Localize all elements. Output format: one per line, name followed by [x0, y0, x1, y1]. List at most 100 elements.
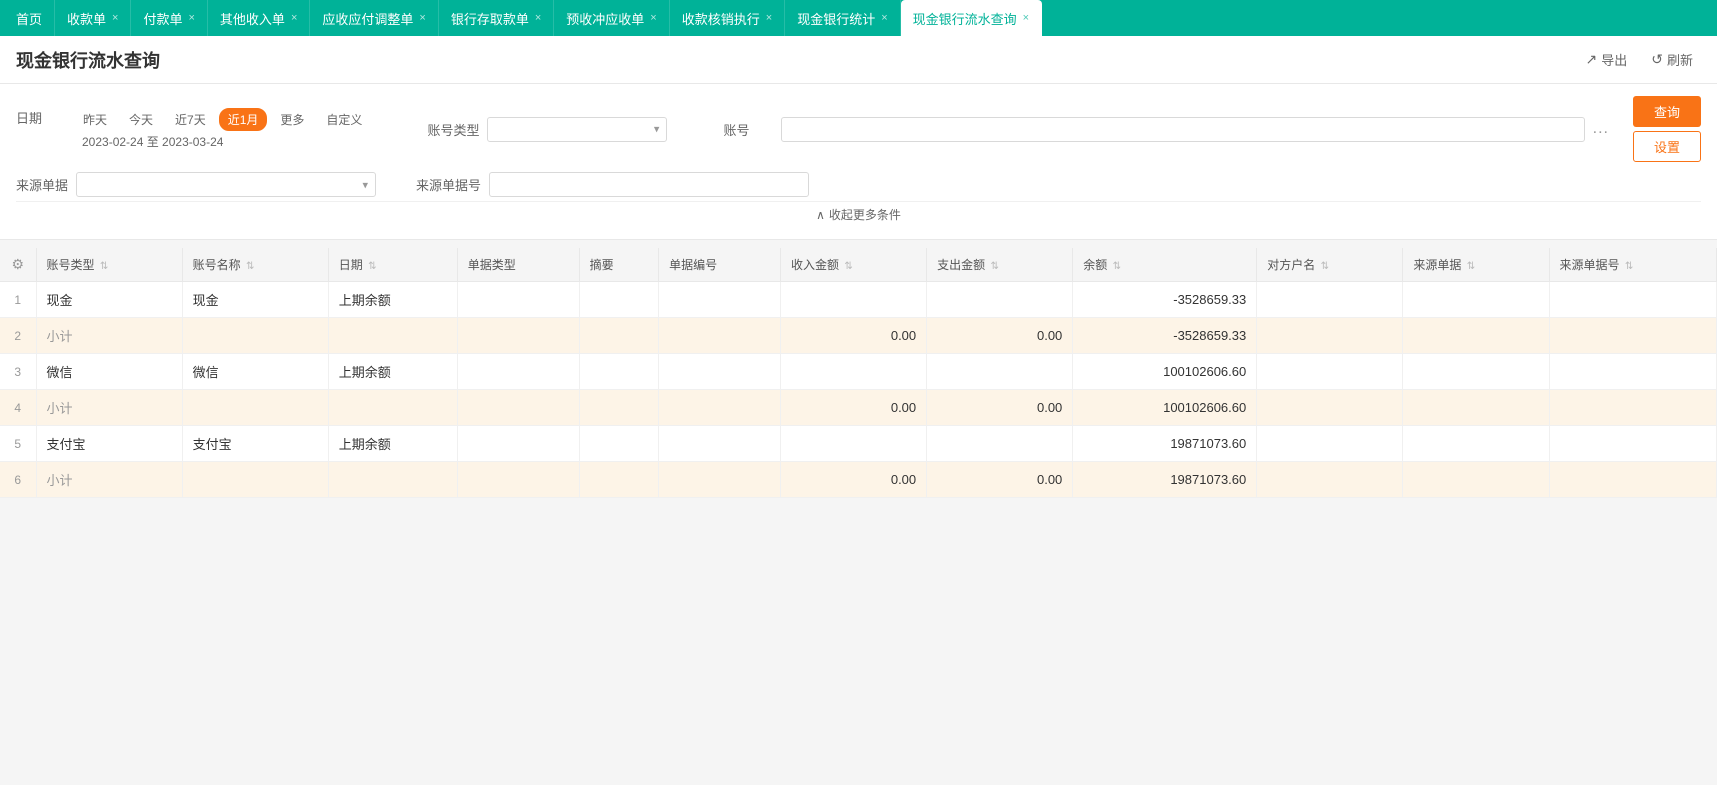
nav-other-income[interactable]: 其他收入单 ×: [208, 0, 310, 36]
table-row: 2小计0.000.00-3528659.33: [0, 318, 1717, 354]
cell-income: [781, 282, 927, 318]
cell-counterpart: [1257, 318, 1403, 354]
col-date[interactable]: 日期 ⇅: [328, 248, 457, 282]
col-account-type[interactable]: 账号类型 ⇅: [36, 248, 182, 282]
collapse-bar[interactable]: ∧ 收起更多条件: [16, 201, 1701, 227]
close-cash-flow-icon[interactable]: ×: [1023, 12, 1029, 24]
col-source-doc-no[interactable]: 来源单据号 ⇅: [1549, 248, 1716, 282]
table-body: 1现金现金上期余额-3528659.332小计0.000.00-3528659.…: [0, 282, 1717, 498]
cell-counterpart: [1257, 426, 1403, 462]
col-doc-no: 单据编号: [659, 248, 781, 282]
sort-date-icon: ⇅: [368, 261, 376, 272]
table-container: ⚙ 账号类型 ⇅ 账号名称 ⇅ 日期 ⇅ 单据类型 摘要: [0, 248, 1717, 498]
col-balance[interactable]: 余额 ⇅: [1073, 248, 1257, 282]
date-yesterday[interactable]: 昨天: [74, 108, 116, 131]
account-no-input[interactable]: [781, 117, 1584, 142]
source-doc-select-wrapper: ▾: [76, 172, 376, 197]
page-header: 现金银行流水查询 ↗ 导出 ↺ 刷新: [0, 36, 1717, 84]
cell-summary: [579, 354, 659, 390]
filter-row-2: 来源单据 ▾ 来源单据号: [16, 172, 1701, 197]
cell-account-type: 微信: [36, 354, 182, 390]
source-doc-select[interactable]: [76, 172, 376, 197]
sort-expense-icon: ⇅: [991, 261, 999, 272]
col-summary: 摘要: [579, 248, 659, 282]
close-other-income-icon[interactable]: ×: [291, 12, 297, 24]
cell-balance: -3528659.33: [1073, 282, 1257, 318]
export-icon: ↗: [1586, 51, 1598, 68]
nav-prepay[interactable]: 预收冲应收单 ×: [554, 0, 669, 36]
col-source-doc[interactable]: 来源单据 ⇅: [1403, 248, 1549, 282]
cell-account-type: 现金: [36, 282, 182, 318]
nav-stats[interactable]: 现金银行统计 ×: [785, 0, 900, 36]
date-1month[interactable]: 近1月: [219, 108, 268, 131]
export-button[interactable]: ↗ 导出: [1578, 46, 1636, 73]
close-payment-icon[interactable]: ×: [188, 12, 194, 24]
cell-income: 0.00: [781, 462, 927, 498]
cell-expense: 0.00: [927, 390, 1073, 426]
cell-expense: [927, 282, 1073, 318]
col-doc-type-label: 单据类型: [468, 258, 516, 272]
cell-doc-no: [659, 282, 781, 318]
table-gear-icon[interactable]: ⚙: [11, 256, 24, 272]
cell-source-doc-no: [1549, 354, 1716, 390]
col-doc-type: 单据类型: [457, 248, 579, 282]
cell-income: [781, 426, 927, 462]
cell-no: 2: [0, 318, 36, 354]
account-type-select[interactable]: 现金 微信 支付宝: [487, 117, 667, 142]
cell-doc-no: [659, 318, 781, 354]
nav-receipt[interactable]: 收款单 ×: [55, 0, 131, 36]
cell-counterpart: [1257, 282, 1403, 318]
cell-no: 5: [0, 426, 36, 462]
nav-cash-flow[interactable]: 现金银行流水查询 ×: [901, 0, 1042, 36]
close-bank-deposit-icon[interactable]: ×: [535, 12, 541, 24]
close-prepay-icon[interactable]: ×: [650, 12, 656, 24]
cell-account-name: [182, 462, 328, 498]
account-no-dots-button[interactable]: ...: [1593, 120, 1609, 138]
page-title: 现金银行流水查询: [16, 47, 160, 73]
table-row: 5支付宝支付宝上期余额19871073.60: [0, 426, 1717, 462]
close-verify-icon[interactable]: ×: [766, 12, 772, 24]
col-gear: ⚙: [0, 248, 36, 282]
col-income[interactable]: 收入金额 ⇅: [781, 248, 927, 282]
source-doc-no-input[interactable]: [489, 172, 809, 197]
nav-bank-deposit[interactable]: 银行存取款单 ×: [439, 0, 554, 36]
account-no-area: ...: [781, 117, 1609, 142]
nav-home[interactable]: 首页: [4, 0, 55, 36]
table-row: 1现金现金上期余额-3528659.33: [0, 282, 1717, 318]
cell-no: 3: [0, 354, 36, 390]
col-account-type-label: 账号类型: [47, 258, 95, 272]
data-table: ⚙ 账号类型 ⇅ 账号名称 ⇅ 日期 ⇅ 单据类型 摘要: [0, 248, 1717, 498]
close-adjustment-icon[interactable]: ×: [419, 12, 425, 24]
query-button[interactable]: 查询: [1633, 96, 1701, 127]
date-today[interactable]: 今天: [120, 108, 162, 131]
nav-payment[interactable]: 付款单 ×: [131, 0, 207, 36]
cell-source-doc-no: [1549, 318, 1716, 354]
col-source-doc-label: 来源单据: [1413, 258, 1461, 272]
close-stats-icon[interactable]: ×: [881, 12, 887, 24]
nav-adjustment[interactable]: 应收应付调整单 ×: [310, 0, 438, 36]
cell-account-name: [182, 318, 328, 354]
settings-button[interactable]: 设置: [1633, 131, 1701, 162]
table-row: 4小计0.000.00100102606.60: [0, 390, 1717, 426]
cell-doc-no: [659, 426, 781, 462]
date-custom[interactable]: 自定义: [317, 108, 371, 131]
account-type-select-wrapper: 现金 微信 支付宝 ▾: [487, 117, 667, 142]
close-receipt-icon[interactable]: ×: [112, 12, 118, 24]
refresh-button[interactable]: ↺ 刷新: [1643, 46, 1701, 73]
col-account-name-label: 账号名称: [193, 258, 241, 272]
cell-account-name: 支付宝: [182, 426, 328, 462]
col-expense[interactable]: 支出金额 ⇅: [927, 248, 1073, 282]
cell-source-doc: [1403, 390, 1549, 426]
cell-expense: 0.00: [927, 462, 1073, 498]
date-filter: 日期 昨天 今天 近7天 近1月 更多 自定义 2023-02-24 至 202…: [16, 108, 371, 150]
col-counterpart[interactable]: 对方户名 ⇅: [1257, 248, 1403, 282]
source-doc-no-filter: 来源单据号: [416, 172, 809, 197]
cell-account-name: [182, 390, 328, 426]
cell-doc-no: [659, 390, 781, 426]
date-more[interactable]: 更多: [271, 108, 313, 131]
cell-source-doc-no: [1549, 426, 1716, 462]
filter-area: 日期 昨天 今天 近7天 近1月 更多 自定义 2023-02-24 至 202…: [0, 84, 1717, 240]
col-account-name[interactable]: 账号名称 ⇅: [182, 248, 328, 282]
date-7days[interactable]: 近7天: [166, 108, 215, 131]
nav-verify[interactable]: 收款核销执行 ×: [670, 0, 785, 36]
